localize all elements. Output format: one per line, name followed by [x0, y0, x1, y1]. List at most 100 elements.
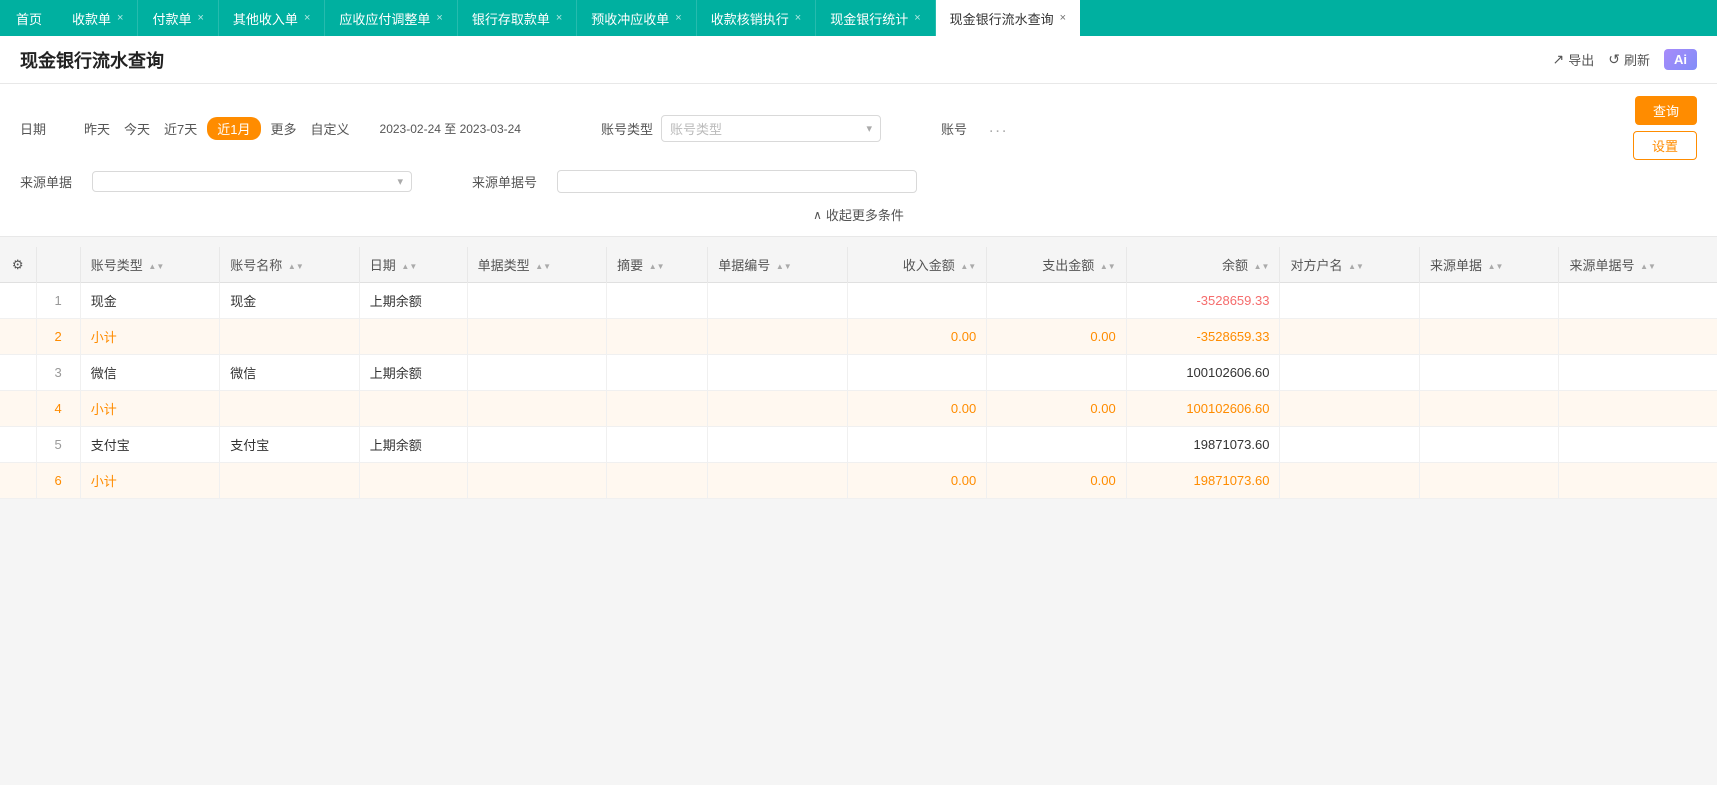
date-opt-custom[interactable]: 自定义 [307, 117, 354, 140]
td-balance: 100102606.60 [1126, 355, 1280, 391]
th-account-type[interactable]: 账号类型 ▲▼ [80, 247, 220, 283]
table-row: 3微信微信上期余额100102606.60 [0, 355, 1717, 391]
th-source-doc-no[interactable]: 来源单据号 ▲▼ [1559, 247, 1717, 283]
sort-icon: ▲▼ [960, 263, 976, 271]
gear-icon[interactable]: ⚙ [12, 257, 24, 272]
td-source-doc-no [1559, 319, 1717, 355]
td-gear [0, 427, 36, 463]
td-doc-type [467, 355, 607, 391]
chevron-down-icon: ▾ [866, 122, 872, 135]
nav-tab-7[interactable]: 现金银行统计 × [816, 0, 935, 36]
td-balance: -3528659.33 [1126, 283, 1280, 319]
refresh-icon: ↺ [1608, 51, 1620, 68]
nav-tab-4[interactable]: 银行存取款单 × [458, 0, 577, 36]
nav-tab-0[interactable]: 收款单 × [58, 0, 138, 36]
sort-icon: ▲▼ [401, 263, 417, 271]
th-income[interactable]: 收入金额 ▲▼ [847, 247, 987, 283]
close-icon[interactable]: × [197, 12, 203, 24]
th-account-name[interactable]: 账号名称 ▲▼ [220, 247, 360, 283]
account-type-select[interactable]: 账号类型 ▾ [661, 115, 881, 142]
nav-tab-8[interactable]: 现金银行流水查询 × [936, 0, 1080, 36]
account-label: 账号 [941, 119, 981, 138]
th-source-doc[interactable]: 来源单据 ▲▼ [1419, 247, 1559, 283]
source-doc-num-input[interactable] [557, 170, 917, 193]
close-icon[interactable]: × [436, 12, 442, 24]
td-source-doc [1419, 355, 1559, 391]
nav-home[interactable]: 首页 [0, 9, 58, 28]
th-doc-type[interactable]: 单据类型 ▲▼ [467, 247, 607, 283]
ai-button[interactable]: Ai [1664, 49, 1697, 70]
td-source-doc-no [1559, 391, 1717, 427]
source-doc-num-label: 来源单据号 [472, 172, 537, 191]
date-opt-today[interactable]: 今天 [120, 117, 154, 140]
date-opt-7days[interactable]: 近7天 [160, 117, 201, 140]
td-summary [607, 283, 708, 319]
nav-tab-6[interactable]: 收款核销执行 × [697, 0, 816, 36]
date-range-display: 2023-02-24 至 2023-03-24 [380, 120, 521, 137]
close-icon[interactable]: × [675, 12, 681, 24]
td-account-type: 小计 [80, 319, 220, 355]
th-doc-no[interactable]: 单据编号 ▲▼ [708, 247, 848, 283]
td-account-type: 小计 [80, 391, 220, 427]
nav-tab-2[interactable]: 其他收入单 × [219, 0, 325, 36]
source-doc-select[interactable]: ▾ [92, 171, 412, 192]
header-actions: ↗ 导出 ↺ 刷新 Ai [1553, 49, 1698, 70]
sort-icon: ▲▼ [288, 263, 304, 271]
collapse-bar[interactable]: ∧ 收起更多条件 [20, 201, 1697, 224]
td-row-num: 6 [36, 463, 80, 499]
table-row: 4小计0.000.00100102606.60 [0, 391, 1717, 427]
td-doc-no [708, 283, 848, 319]
nav-tab-3[interactable]: 应收应付调整单 × [325, 0, 457, 36]
date-opt-1month[interactable]: 近1月 [207, 117, 260, 140]
td-income [847, 283, 987, 319]
th-date[interactable]: 日期 ▲▼ [359, 247, 467, 283]
td-expense: 0.00 [987, 463, 1127, 499]
close-icon[interactable]: × [1060, 12, 1066, 24]
td-source-doc-no [1559, 283, 1717, 319]
sort-icon: ▲▼ [776, 263, 792, 271]
td-gear [0, 355, 36, 391]
td-row-num: 3 [36, 355, 80, 391]
sort-icon: ▲▼ [1100, 263, 1116, 271]
date-opt-yesterday[interactable]: 昨天 [80, 117, 114, 140]
td-balance: 19871073.60 [1126, 427, 1280, 463]
close-icon[interactable]: × [304, 12, 310, 24]
filter-row-1: 日期 昨天 今天 近7天 近1月 更多 自定义 2023-02-24 至 202… [20, 96, 1697, 160]
table-row: 5支付宝支付宝上期余额19871073.60 [0, 427, 1717, 463]
close-icon[interactable]: × [117, 12, 123, 24]
td-balance: -3528659.33 [1126, 319, 1280, 355]
td-expense: 0.00 [987, 391, 1127, 427]
settings-button[interactable]: 设置 [1633, 131, 1697, 160]
chevron-down-icon: ▾ [397, 175, 403, 188]
td-expense [987, 427, 1127, 463]
th-balance[interactable]: 余额 ▲▼ [1126, 247, 1280, 283]
th-summary[interactable]: 摘要 ▲▼ [607, 247, 708, 283]
td-doc-type [467, 391, 607, 427]
th-counterpart[interactable]: 对方户名 ▲▼ [1280, 247, 1420, 283]
query-button[interactable]: 查询 [1635, 96, 1697, 125]
close-icon[interactable]: × [795, 12, 801, 24]
account-dots[interactable]: ... [989, 119, 1008, 137]
date-opt-more[interactable]: 更多 [267, 117, 301, 140]
refresh-button[interactable]: ↺ 刷新 [1608, 50, 1650, 69]
source-doc-label: 来源单据 [20, 172, 72, 191]
nav-tab-5[interactable]: 预收冲应收单 × [577, 0, 696, 36]
td-account-name [220, 463, 360, 499]
td-account-type: 小计 [80, 463, 220, 499]
filter-row-2: 来源单据 ▾ 来源单据号 [20, 170, 1697, 193]
td-doc-no [708, 355, 848, 391]
account-type-placeholder: 账号类型 [670, 119, 722, 138]
export-button[interactable]: ↗ 导出 [1553, 50, 1595, 69]
sort-icon: ▲▼ [1488, 263, 1504, 271]
nav-tab-1[interactable]: 付款单 × [138, 0, 218, 36]
td-date: 上期余额 [359, 355, 467, 391]
td-source-doc-no [1559, 355, 1717, 391]
td-account-name: 支付宝 [220, 427, 360, 463]
th-settings[interactable]: ⚙ [0, 247, 36, 283]
td-account-type: 现金 [80, 283, 220, 319]
th-expense[interactable]: 支出金额 ▲▼ [987, 247, 1127, 283]
td-date: 上期余额 [359, 427, 467, 463]
td-summary [607, 427, 708, 463]
close-icon[interactable]: × [556, 12, 562, 24]
close-icon[interactable]: × [914, 12, 920, 24]
